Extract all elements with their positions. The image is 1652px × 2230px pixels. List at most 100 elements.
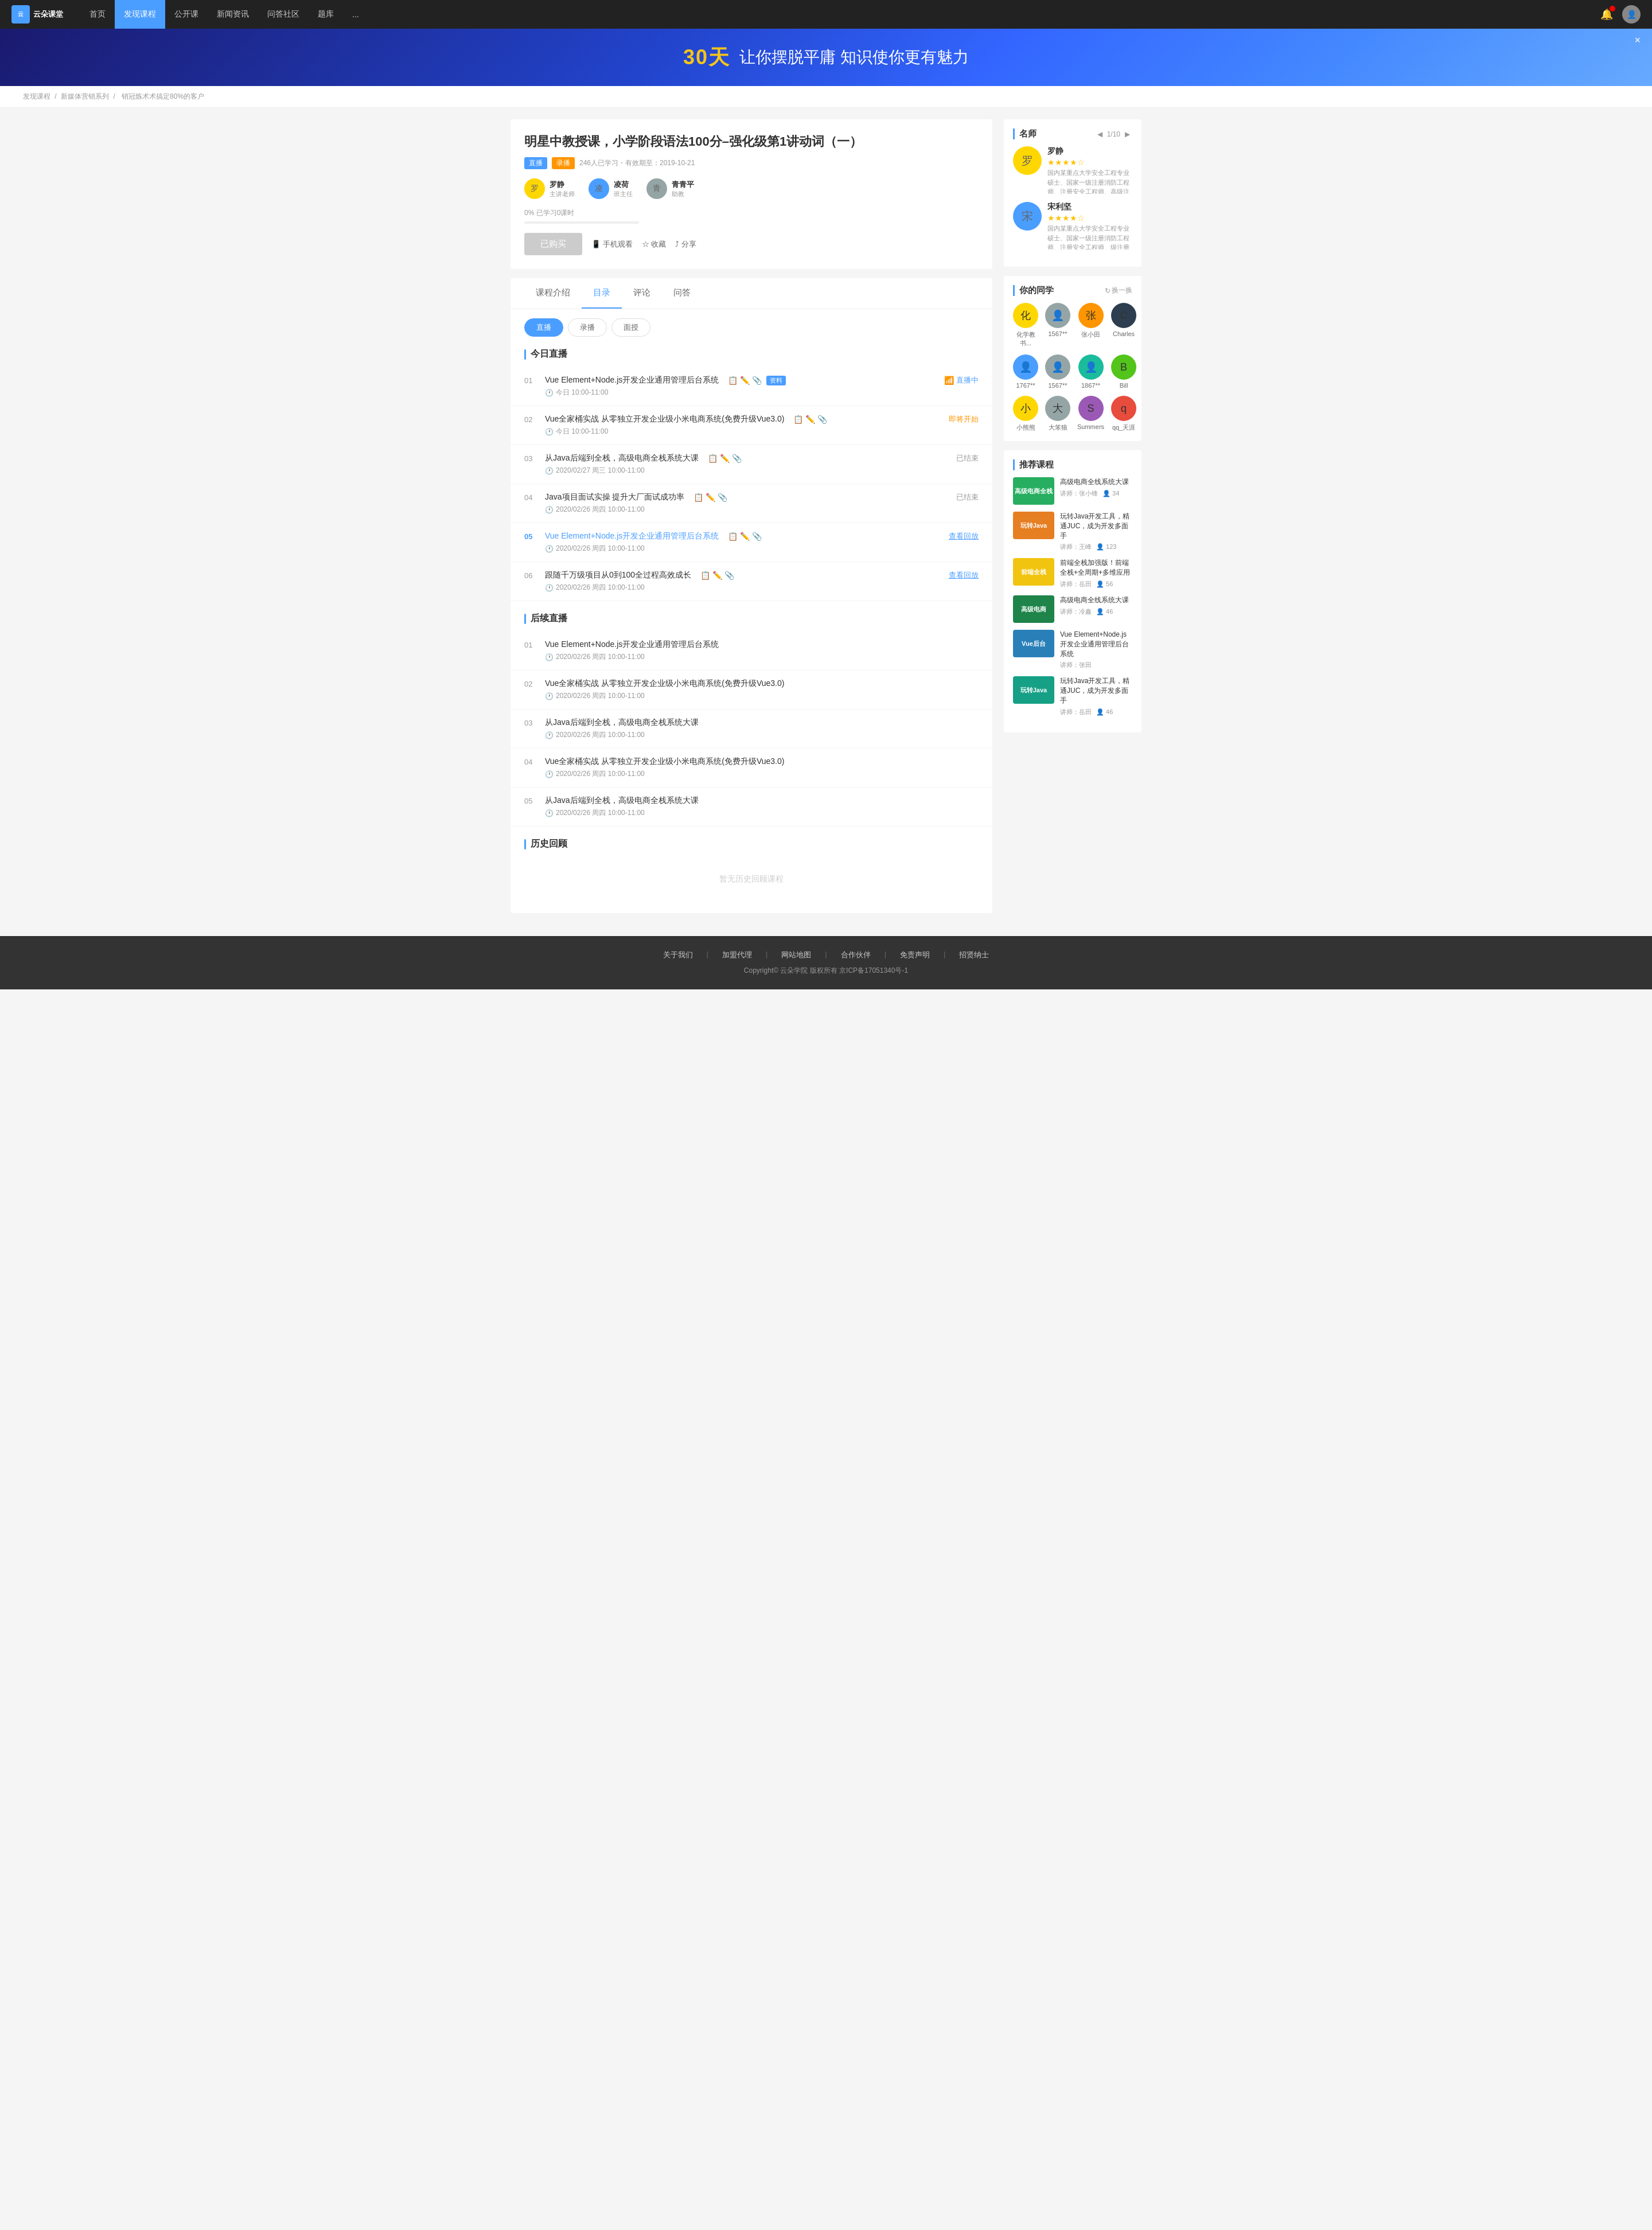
recommended-item[interactable]: 玩转Java 玩转Java开发工具，精通JUC，成为开发多面手 讲师：岳田 👤 …: [1013, 676, 1132, 716]
lesson-number: 05: [524, 532, 538, 541]
lesson-icon[interactable]: 📋: [728, 376, 738, 385]
classmate-item[interactable]: 👤 1567**: [1045, 303, 1070, 348]
rec-thumbnail: 高级电商: [1013, 595, 1054, 623]
lesson-icon[interactable]: ✏️: [740, 376, 750, 385]
lesson-name[interactable]: Vue Element+Node.js开发企业通用管理后台系统: [545, 640, 719, 650]
nav-item-首页[interactable]: 首页: [80, 0, 115, 29]
breadcrumb-link-discover[interactable]: 发现课程: [23, 92, 50, 100]
footer-link-1[interactable]: 加盟代理: [722, 950, 752, 960]
nav-item-新闻资讯[interactable]: 新闻资讯: [208, 0, 258, 29]
status-replay[interactable]: 查看回放: [949, 532, 979, 540]
classmate-item[interactable]: 化 化学教书...: [1013, 303, 1038, 348]
status-replay[interactable]: 查看回放: [949, 571, 979, 579]
lesson-name[interactable]: 跟随千万级项目从0到100全过程高效成长: [545, 570, 691, 580]
lesson-name[interactable]: 从Java后端到全栈，高级电商全栈系统大课: [545, 453, 699, 463]
lesson-icon[interactable]: ✏️: [805, 415, 815, 424]
lesson-icon[interactable]: 📋: [728, 532, 738, 541]
rec-info: 玩转Java开发工具，精通JUC，成为开发多面手 讲师：王峰 👤 123: [1060, 512, 1132, 551]
tab-目录[interactable]: 目录: [582, 278, 622, 309]
collect-button[interactable]: ☆ 收藏: [642, 239, 667, 249]
mobile-watch-button[interactable]: 📱 手机观看: [591, 239, 633, 249]
logo-icon: 云: [11, 5, 30, 24]
tab-评论[interactable]: 评论: [622, 278, 662, 309]
lesson-icon[interactable]: 📎: [752, 376, 762, 385]
subtab-面授[interactable]: 面授: [611, 318, 650, 337]
logo[interactable]: 云 云朵课堂: [11, 5, 63, 24]
nav-item-公开课[interactable]: 公开课: [165, 0, 208, 29]
switch-classmates-button[interactable]: ↻ 换一换: [1105, 286, 1132, 295]
teacher-name: 罗静: [550, 180, 575, 190]
classmate-name: 大笨狼: [1049, 423, 1067, 432]
classmate-item[interactable]: 👤 1767**: [1013, 354, 1038, 389]
recommended-item[interactable]: Vue后台 Vue Element+Node.js开发企业通用管理后台系统 讲师…: [1013, 630, 1132, 669]
classmate-item[interactable]: S Summers: [1077, 396, 1104, 432]
lesson-icon[interactable]: 📋: [793, 415, 803, 424]
nav-item-...[interactable]: ...: [343, 0, 368, 29]
lesson-name[interactable]: Vue全家桶实战 从零独立开发企业级小米电商系统(免费升级Vue3.0): [545, 679, 784, 689]
nav-item-问答社区[interactable]: 问答社区: [258, 0, 309, 29]
history-label: 历史回顾: [531, 838, 567, 850]
share-button[interactable]: ⤴ 分享: [675, 239, 696, 249]
lesson-name[interactable]: 从Java后端到全栈，高级电商全栈系统大课: [545, 718, 699, 728]
classmate-item[interactable]: 张 张小田: [1077, 303, 1104, 348]
lesson-icon[interactable]: ✏️: [712, 571, 722, 580]
lesson-icon[interactable]: 📎: [752, 532, 762, 541]
teacher-info: 罗静 主讲老师: [550, 180, 575, 198]
tab-问答[interactable]: 问答: [662, 278, 702, 309]
sidebar-teacher-stars: ★★★★☆: [1047, 158, 1132, 167]
subtab-录播[interactable]: 录播: [568, 318, 607, 337]
lesson-name[interactable]: 从Java后端到全栈，高级电商全栈系统大课: [545, 796, 699, 806]
progress-section: 0% 已学习0课时: [524, 208, 979, 224]
bought-button[interactable]: 已购买: [524, 233, 582, 255]
recommended-item[interactable]: 高级电商全栈 高级电商全线系统大课 讲师：张小锋 👤 34: [1013, 477, 1132, 505]
lesson-icon[interactable]: 📎: [718, 493, 727, 502]
subtab-直播[interactable]: 直播: [524, 318, 563, 337]
lesson-name[interactable]: Vue全家桶实战 从零独立开发企业级小米电商系统(免费升级Vue3.0): [545, 757, 784, 767]
sidebar-teacher-name[interactable]: 宋利坚: [1047, 202, 1132, 212]
rec-title: 高级电商全线系统大课: [1060, 595, 1129, 605]
footer-link-4[interactable]: 免责声明: [900, 950, 930, 960]
footer-link-0[interactable]: 关于我们: [663, 950, 693, 960]
lesson-time: 🕐 2020/02/26 周四 10:00-11:00: [545, 691, 979, 701]
lesson-icon[interactable]: ✏️: [740, 532, 750, 541]
lesson-icon[interactable]: 📎: [817, 415, 827, 424]
sidebar-teacher-card: 宋 宋利坚 ★★★★☆ 国内某重点大学安全工程专业硕士、国家一级注册消防工程师、…: [1013, 202, 1132, 249]
lesson-name[interactable]: Vue Element+Node.js开发企业通用管理后台系统: [545, 375, 719, 385]
lesson-icon[interactable]: 📋: [708, 454, 718, 463]
footer-divider: |: [944, 950, 945, 960]
banner-close-button[interactable]: ×: [1634, 34, 1641, 46]
recommended-item[interactable]: 玩转Java 玩转Java开发工具，精通JUC，成为开发多面手 讲师：王峰 👤 …: [1013, 512, 1132, 551]
user-avatar[interactable]: 👤: [1622, 5, 1641, 24]
recommended-item[interactable]: 高级电商 高级电商全线系统大课 讲师：冷鑫 👤 46: [1013, 595, 1132, 623]
future-live-section-title: 后续直播: [511, 601, 992, 631]
classmate-item[interactable]: 👤 1567**: [1045, 354, 1070, 389]
footer-link-3[interactable]: 合作伙伴: [841, 950, 871, 960]
classmate-item[interactable]: q qq_天涯: [1111, 396, 1136, 432]
lesson-icon[interactable]: 📋: [700, 571, 710, 580]
lesson-icon[interactable]: ✏️: [706, 493, 715, 502]
nav-item-发现课程[interactable]: 发现课程: [115, 0, 165, 29]
classmate-item[interactable]: 大 大笨狼: [1045, 396, 1070, 432]
classmate-item[interactable]: B Bill: [1111, 354, 1136, 389]
breadcrumb-link-series[interactable]: 新媒体营销系列: [61, 92, 109, 100]
nav-item-题库[interactable]: 题库: [309, 0, 343, 29]
lesson-icon[interactable]: 📎: [724, 571, 734, 580]
lesson-icon[interactable]: ✏️: [720, 454, 730, 463]
footer-link-2[interactable]: 网站地图: [781, 950, 811, 960]
classmate-item[interactable]: C Charles: [1111, 303, 1136, 348]
notification-bell[interactable]: 🔔: [1600, 8, 1613, 21]
lesson-icon[interactable]: 📋: [693, 493, 703, 502]
teacher-prev-arrow[interactable]: ◀: [1095, 129, 1105, 139]
tab-课程介绍[interactable]: 课程介绍: [524, 278, 582, 309]
footer-link-5[interactable]: 招贤纳士: [959, 950, 989, 960]
classmate-item[interactable]: 小 小熊熊: [1013, 396, 1038, 432]
teacher-next-arrow[interactable]: ▶: [1123, 129, 1132, 139]
lesson-name[interactable]: Vue Element+Node.js开发企业通用管理后台系统: [545, 531, 719, 541]
recommended-item[interactable]: 前端全栈 前端全栈加强版！前端全栈+全周期+多维应用 讲师：岳田 👤 56: [1013, 558, 1132, 588]
classmate-item[interactable]: 👤 1867**: [1077, 354, 1104, 389]
course-tags: 直播 录播 246人已学习・有效期至：2019-10-21: [524, 157, 979, 169]
sidebar-teacher-name[interactable]: 罗静: [1047, 146, 1132, 157]
lesson-name[interactable]: Java项目面试实操 提升大厂面试成功率: [545, 492, 684, 502]
lesson-name[interactable]: Vue全家桶实战 从零独立开发企业级小米电商系统(免费升级Vue3.0): [545, 414, 784, 424]
lesson-icon[interactable]: 📎: [732, 454, 742, 463]
